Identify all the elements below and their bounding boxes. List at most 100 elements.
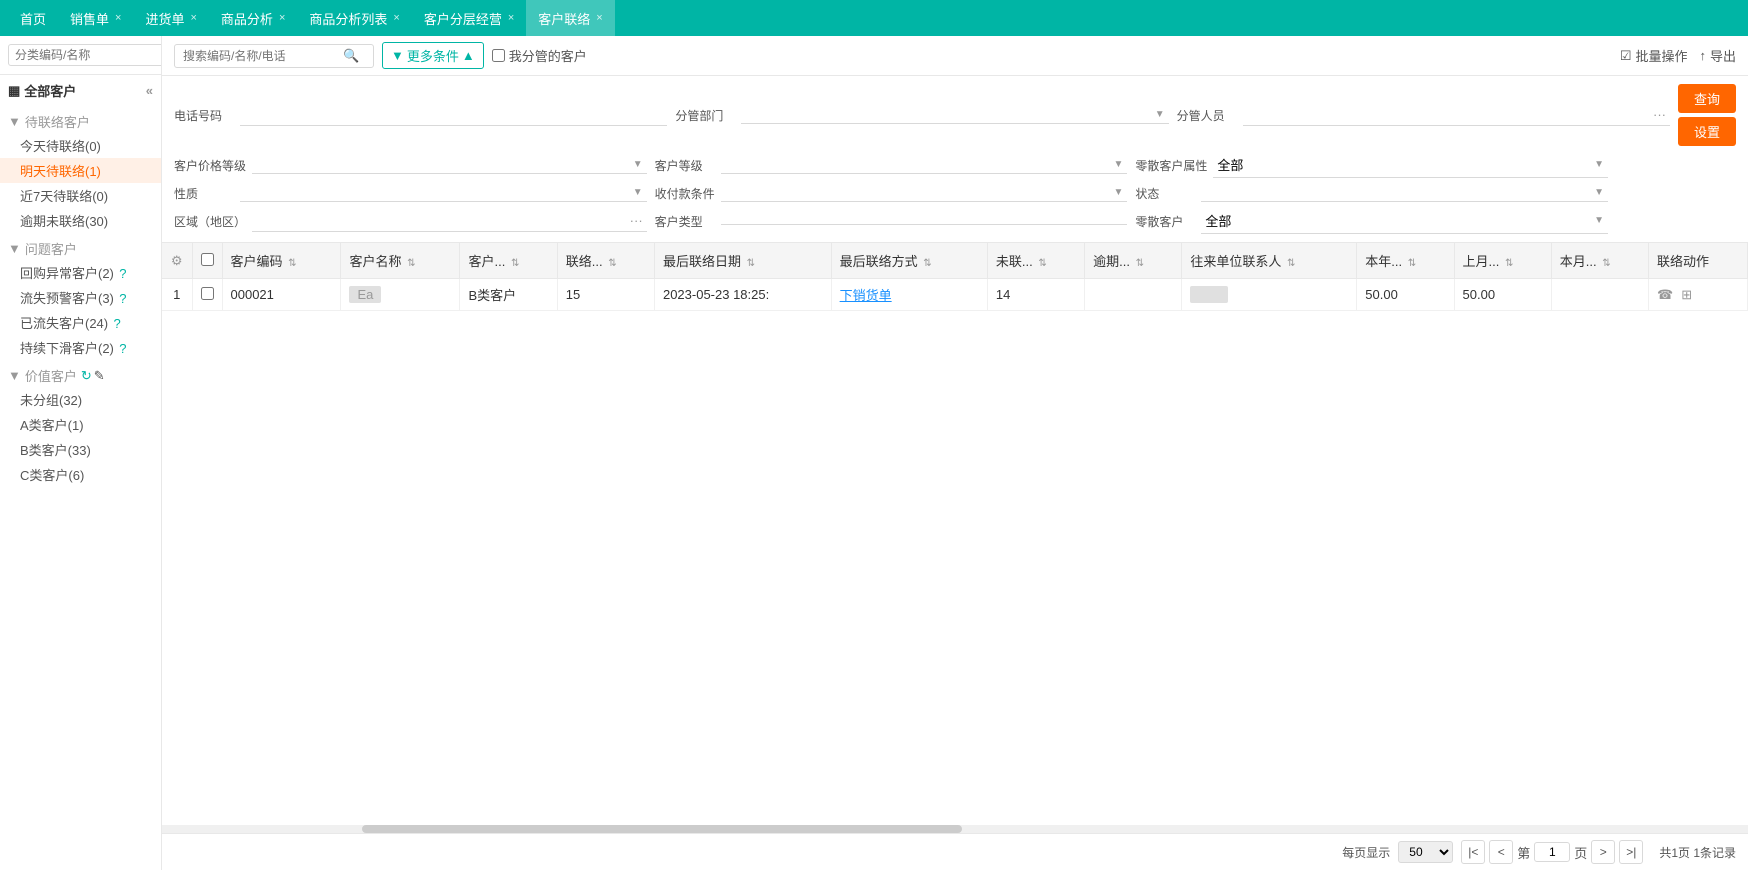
prev-page-button[interactable]: < <box>1489 840 1513 864</box>
sidebar-item-tomorrow[interactable]: 明天待联络(1) <box>0 158 161 183</box>
phone-input[interactable] <box>240 105 667 126</box>
td-code: 000021 <box>222 279 341 311</box>
th-overdue[interactable]: 逾期... ⇅ <box>1085 243 1182 279</box>
nav-sales[interactable]: 销售单 × <box>58 0 133 36</box>
close-icon[interactable]: × <box>279 12 285 24</box>
th-last-contact-method[interactable]: 最后联络方式 ⇅ <box>831 243 987 279</box>
pending-contact-section: ▼ 待联络客户 <box>0 106 161 133</box>
customer-type-select[interactable] <box>721 218 1128 225</box>
last-contact-method-link[interactable]: 下销货单 <box>840 288 892 303</box>
nav-customer-contact[interactable]: 客户联络 × <box>526 0 614 36</box>
th-last-month[interactable]: 上月... ⇅ <box>1454 243 1551 279</box>
person-select[interactable]: ··· <box>1243 104 1670 126</box>
total-records: 共1页 1条记录 <box>1659 844 1736 861</box>
sort-icon[interactable]: ⇅ <box>1287 258 1295 269</box>
batch-operation-button[interactable]: ☑ 批量操作 <box>1620 46 1688 65</box>
action-more-icon[interactable]: ⊞ <box>1681 287 1692 303</box>
sidebar-search-input[interactable] <box>8 44 162 66</box>
sidebar-item-7days[interactable]: 近7天待联络(0) <box>0 183 161 208</box>
sidebar-item-ungrouped[interactable]: 未分组(32) <box>0 387 161 412</box>
th-contacts[interactable]: 往来单位联系人 ⇅ <box>1182 243 1357 279</box>
customer-level-select[interactable]: ▼ <box>721 156 1128 174</box>
th-customer-name[interactable]: 客户名称 ⇅ <box>341 243 460 279</box>
query-button[interactable]: 查询 <box>1678 84 1736 113</box>
action-phone-icon[interactable]: ☎ <box>1657 287 1673 303</box>
td-checkbox[interactable] <box>192 279 222 311</box>
sidebar-item-a-class[interactable]: A类客户(1) <box>0 412 161 437</box>
sort-icon[interactable]: ⇅ <box>608 258 616 269</box>
retail-customer-select[interactable]: 全部▼ <box>1201 208 1608 234</box>
payment-select[interactable]: ▼ <box>721 184 1128 202</box>
th-checkbox[interactable] <box>192 243 222 279</box>
sort-icon[interactable]: ⇅ <box>1505 258 1513 269</box>
sidebar-item-today[interactable]: 今天待联络(0) <box>0 133 161 158</box>
export-button[interactable]: ↑ 导出 <box>1699 46 1736 65</box>
search-icon[interactable]: 🔍 <box>343 48 359 64</box>
sort-icon[interactable]: ⇅ <box>923 258 931 269</box>
first-page-button[interactable]: |< <box>1461 840 1485 864</box>
th-last-contact-date[interactable]: 最后联络日期 ⇅ <box>654 243 831 279</box>
region-select[interactable]: ··· <box>252 210 647 232</box>
close-icon[interactable]: × <box>508 12 514 24</box>
sort-icon[interactable]: ⇅ <box>1602 258 1610 269</box>
sort-icon[interactable]: ⇅ <box>1136 258 1144 269</box>
all-customers-header[interactable]: ▦ 全部客户 « <box>0 75 161 106</box>
select-all-checkbox[interactable] <box>201 253 214 266</box>
sidebar-item-b-class[interactable]: B类客户(33) <box>0 437 161 462</box>
close-icon[interactable]: × <box>393 12 399 24</box>
th-uncontacted[interactable]: 未联... ⇅ <box>987 243 1084 279</box>
collapse-icon[interactable]: « <box>146 83 153 98</box>
scrollbar-thumb[interactable] <box>362 825 962 833</box>
sort-icon[interactable]: ⇅ <box>747 258 755 269</box>
close-icon[interactable]: × <box>190 12 196 24</box>
sort-icon[interactable]: ⇅ <box>511 258 519 269</box>
close-icon[interactable]: × <box>596 12 602 24</box>
row-checkbox[interactable] <box>201 287 214 300</box>
more-filters-button[interactable]: ▼ 更多条件 ▲ <box>382 42 484 69</box>
th-settings: ⚙ <box>162 243 192 279</box>
sidebar-item-overdue[interactable]: 逾期未联络(30) <box>0 208 161 233</box>
filter-row-4: 区域（地区） ··· 客户类型 零散客户 全部▼ <box>174 208 1736 234</box>
price-level-select[interactable]: ▼ <box>252 156 647 174</box>
nav-customer-tier[interactable]: 客户分层经营 × <box>412 0 526 36</box>
horizontal-scrollbar[interactable] <box>162 825 1748 833</box>
my-customer-checkbox-label[interactable]: 我分管的客户 <box>492 46 587 65</box>
th-this-year[interactable]: 本年... ⇅ <box>1357 243 1454 279</box>
td-last-month: 50.00 <box>1454 279 1551 311</box>
page-number-input[interactable] <box>1534 842 1570 862</box>
sidebar-item-churned[interactable]: 已流失客户(24) ? <box>0 310 161 335</box>
sort-icon[interactable]: ⇅ <box>288 258 296 269</box>
th-customer-code[interactable]: 客户编码 ⇅ <box>222 243 341 279</box>
th-customer-type[interactable]: 客户... ⇅ <box>460 243 557 279</box>
my-customer-checkbox[interactable] <box>492 49 505 62</box>
retail-attr-select[interactable]: 全部▼ <box>1213 152 1608 178</box>
toolbar-search-box[interactable]: 🔍 <box>174 44 374 68</box>
page-size-select[interactable]: 50 20 100 <box>1398 841 1453 863</box>
nav-product-analysis[interactable]: 商品分析 × <box>209 0 297 36</box>
sidebar-item-repurchase-abnormal[interactable]: 回购异常客户(2) ? <box>0 260 161 285</box>
gear-icon[interactable]: ⚙ <box>171 253 183 268</box>
nav-purchase[interactable]: 进货单 × <box>133 0 208 36</box>
filter-customer-type: 客户类型 <box>655 213 1128 230</box>
settings-button[interactable]: 设置 <box>1678 117 1736 146</box>
sort-icon[interactable]: ⇅ <box>407 258 415 269</box>
th-this-month[interactable]: 本月... ⇅ <box>1551 243 1648 279</box>
dept-select[interactable]: ▼ <box>741 106 1168 124</box>
problem-customers-section: ▼ 问题客户 <box>0 233 161 260</box>
nav-product-analysis-list[interactable]: 商品分析列表 × <box>297 0 411 36</box>
retail-attr-label: 零散客户属性 <box>1135 157 1207 174</box>
sort-icon[interactable]: ⇅ <box>1408 258 1416 269</box>
nature-select[interactable]: ▼ <box>240 184 647 202</box>
sidebar-item-churn-warning[interactable]: 流失预警客户(3) ? <box>0 285 161 310</box>
close-icon[interactable]: × <box>115 12 121 24</box>
sidebar-item-c-class[interactable]: C类客户(6) <box>0 462 161 487</box>
sidebar-item-declining[interactable]: 持续下滑客户(2) ? <box>0 335 161 360</box>
th-contact-count[interactable]: 联络... ⇅ <box>557 243 654 279</box>
last-page-button[interactable]: >| <box>1619 840 1643 864</box>
nav-home[interactable]: 首页 <box>8 0 58 36</box>
status-select[interactable]: ▼ <box>1201 184 1608 202</box>
checkbox-icon: ☑ <box>1620 48 1632 64</box>
next-page-button[interactable]: > <box>1591 840 1615 864</box>
toolbar-search-input[interactable] <box>183 49 343 63</box>
sort-icon[interactable]: ⇅ <box>1038 258 1046 269</box>
